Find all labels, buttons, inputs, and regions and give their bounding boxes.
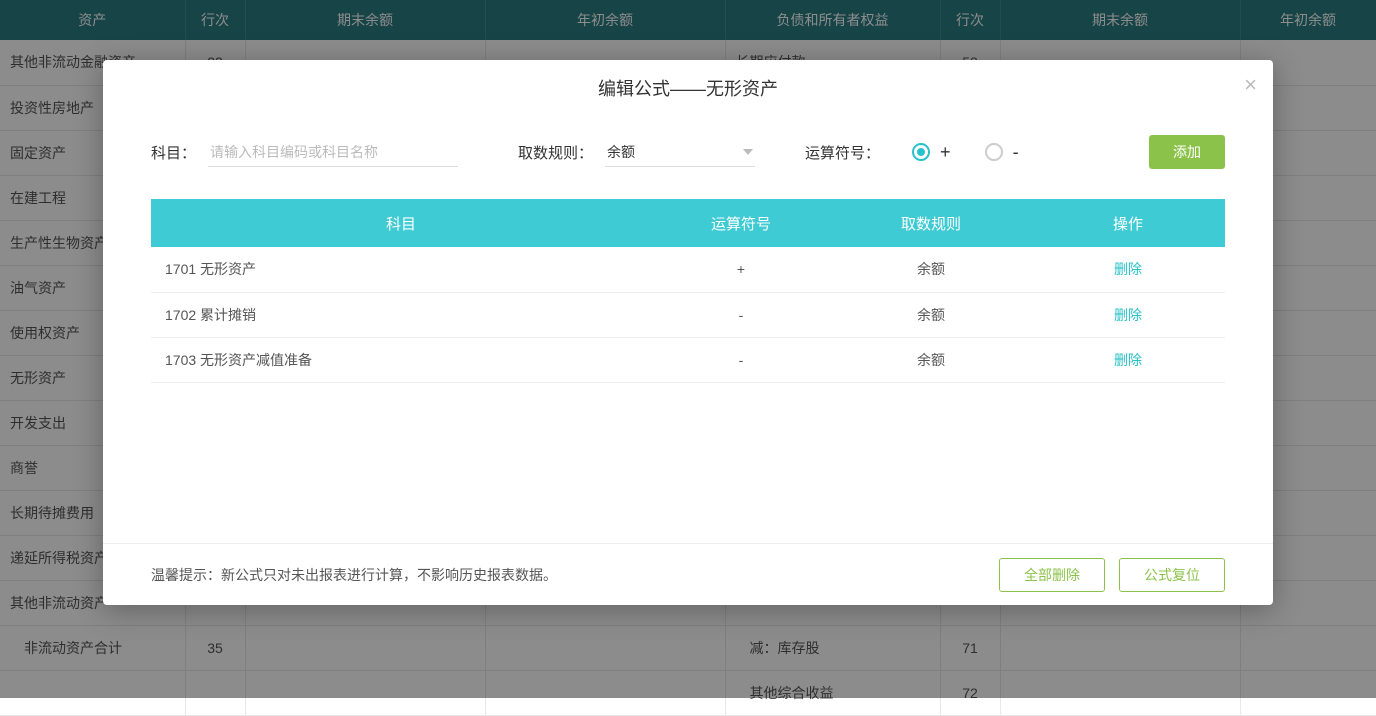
fcell-subject: 1702 累计摊销 — [151, 292, 651, 337]
operator-radio-group: + - — [912, 142, 1019, 163]
rule-value: 余额 — [607, 142, 635, 162]
fcell-action: 删除 — [1031, 337, 1225, 382]
subject-label: 科目： — [151, 142, 196, 163]
fcell-rule: 余额 — [831, 292, 1031, 337]
modal-overlay: 编辑公式——无形资产 × 科目： 取数规则： 余额 — [0, 0, 1376, 698]
modal-footer: 温馨提示：新公式只对未出报表进行计算，不影响历史报表数据。 全部删除 公式复位 — [103, 543, 1273, 605]
fcell-op: - — [651, 292, 831, 337]
radio-dot-icon — [912, 143, 930, 161]
chevron-down-icon — [743, 149, 753, 155]
rule-select[interactable]: 余额 — [605, 138, 755, 167]
fcol-op: 运算符号 — [651, 199, 831, 247]
fcell-action: 删除 — [1031, 247, 1225, 292]
formula-row: 1702 累计摊销-余额 删除 — [151, 292, 1225, 337]
formula-table: 科目 运算符号 取数规则 操作 1701 无形资产+余额删除1702 累计摊销-… — [151, 199, 1225, 383]
reset-formula-button[interactable]: 公式复位 — [1119, 558, 1225, 592]
formula-row: 1701 无形资产+余额 删除 — [151, 247, 1225, 292]
modal-header: 编辑公式——无形资产 × — [103, 60, 1273, 115]
modal-title: 编辑公式——无形资产 — [598, 75, 778, 101]
modal-body: 科目： 取数规则： 余额 运算符号： — [103, 115, 1273, 543]
radio-dot-icon — [985, 143, 1003, 161]
footer-tip: 温馨提示：新公式只对未出报表进行计算，不影响历史报表数据。 — [151, 565, 557, 585]
formula-header-row: 科目 运算符号 取数规则 操作 — [151, 199, 1225, 247]
rule-group: 取数规则： 余额 — [518, 138, 755, 167]
fcol-subject: 科目 — [151, 199, 651, 247]
operator-group: 运算符号： + - — [805, 142, 1019, 163]
fcell-action: 删除 — [1031, 292, 1225, 337]
fcell-op: - — [651, 337, 831, 382]
delete-link[interactable]: 删除 — [1114, 261, 1142, 277]
subject-group: 科目： — [151, 138, 458, 167]
fcol-rule: 取数规则 — [831, 199, 1031, 247]
fcell-subject: 1703 无形资产减值准备 — [151, 337, 651, 382]
edit-formula-modal: 编辑公式——无形资产 × 科目： 取数规则： 余额 — [103, 60, 1273, 605]
delete-all-button[interactable]: 全部删除 — [999, 558, 1105, 592]
fcell-rule: 余额 — [831, 247, 1031, 292]
subject-input[interactable] — [208, 138, 458, 167]
close-icon[interactable]: × — [1244, 74, 1257, 96]
fcell-subject: 1701 无形资产 — [151, 247, 651, 292]
fcol-action: 操作 — [1031, 199, 1225, 247]
operator-plus-radio[interactable]: + — [912, 142, 951, 163]
rule-label: 取数规则： — [518, 142, 593, 163]
operator-minus-radio[interactable]: - — [985, 142, 1019, 163]
operator-label: 运算符号： — [805, 142, 880, 163]
fcell-op: + — [651, 247, 831, 292]
delete-link[interactable]: 删除 — [1114, 352, 1142, 368]
formula-row: 1703 无形资产减值准备-余额 删除 — [151, 337, 1225, 382]
fcell-rule: 余额 — [831, 337, 1031, 382]
plus-icon: + — [940, 142, 951, 163]
delete-link[interactable]: 删除 — [1114, 307, 1142, 323]
add-button[interactable]: 添加 — [1149, 135, 1225, 169]
minus-icon: - — [1013, 142, 1019, 163]
form-row: 科目： 取数规则： 余额 运算符号： — [151, 135, 1225, 169]
